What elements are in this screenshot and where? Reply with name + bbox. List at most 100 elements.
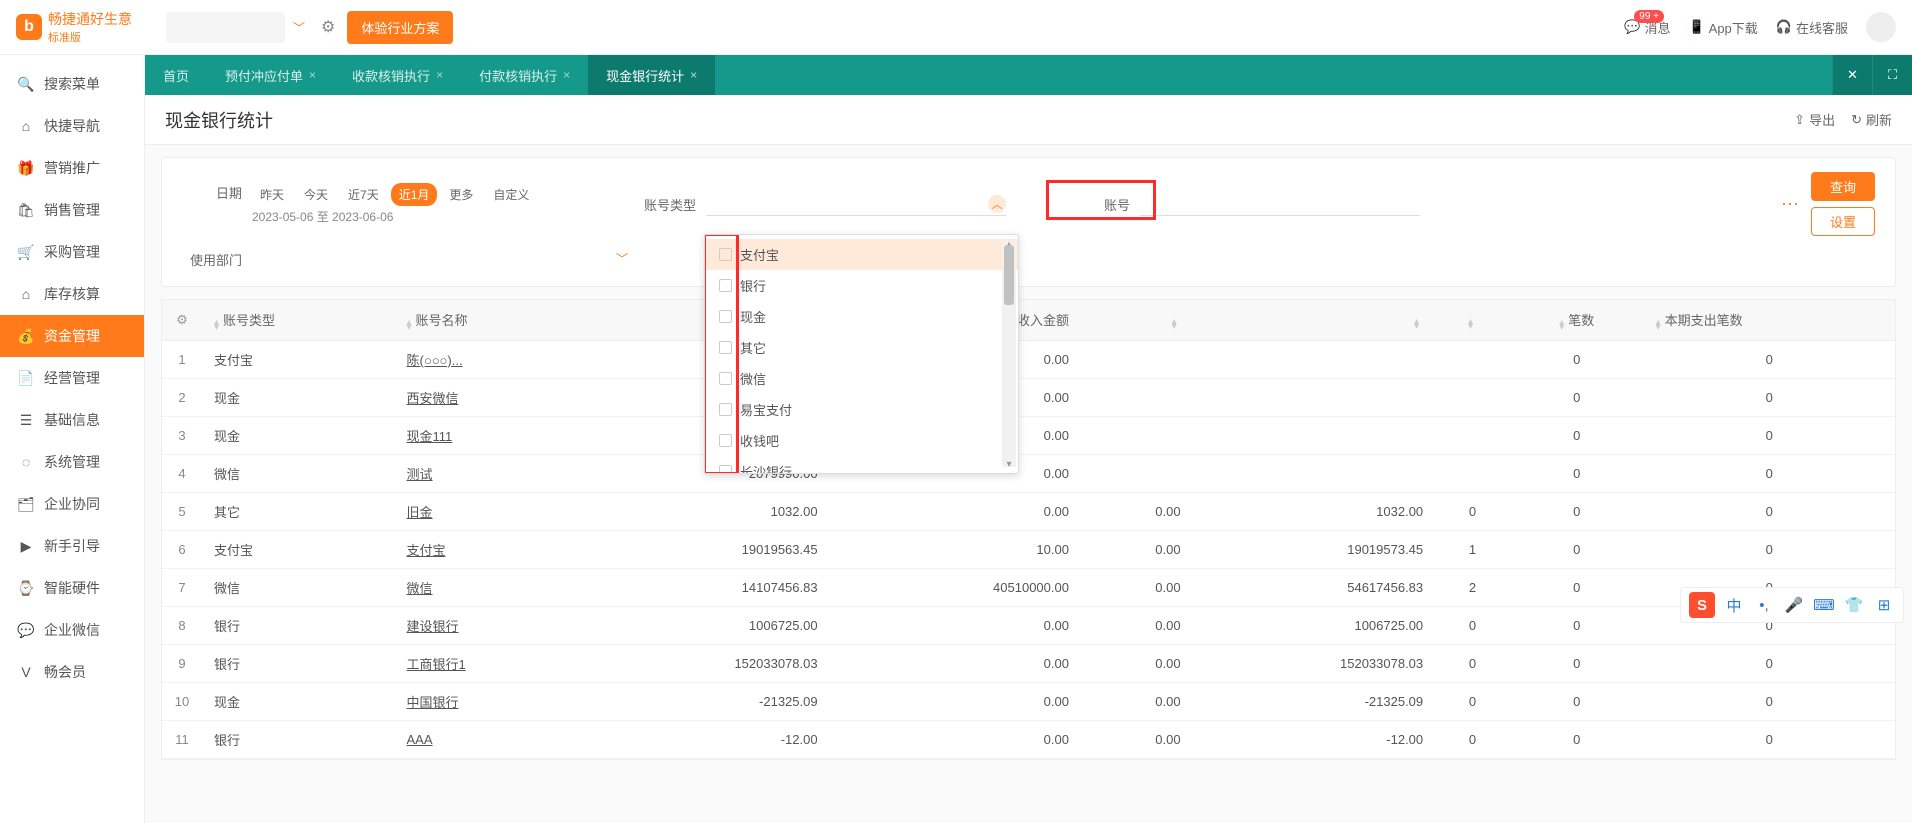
app-download-button[interactable]: 📱 App下载: [1688, 18, 1757, 37]
sort-icon[interactable]: ▴▾: [214, 320, 219, 330]
gear-icon[interactable]: ⚙: [321, 17, 335, 37]
checkbox[interactable]: [719, 279, 732, 292]
close-icon[interactable]: ×: [309, 68, 316, 82]
col-header[interactable]: ▴▾账号类型: [202, 300, 395, 341]
account-name-link[interactable]: 测试: [407, 467, 433, 482]
table-settings-header[interactable]: ⚙: [162, 300, 202, 341]
scroll-thumb[interactable]: [1004, 245, 1014, 305]
account-name-link[interactable]: 旧金: [407, 505, 433, 520]
account-input[interactable]: [1140, 192, 1420, 216]
checkbox[interactable]: [719, 465, 732, 474]
ime-toolbox-icon[interactable]: ⊞: [1873, 594, 1895, 616]
date-btn-自定义[interactable]: 自定义: [485, 183, 537, 206]
nav-item-库存核算[interactable]: ⌂库存核算: [0, 273, 144, 315]
nav-item-智能硬件[interactable]: ⌚智能硬件: [0, 567, 144, 609]
date-btn-近1月[interactable]: 近1月: [391, 183, 438, 206]
tab-首页[interactable]: 首页: [145, 55, 207, 95]
account-name-link[interactable]: 陈(○○○)...: [407, 353, 463, 368]
checkbox[interactable]: [719, 248, 732, 261]
account-name-link[interactable]: AAA: [407, 732, 433, 747]
dropdown-option[interactable]: 现金: [705, 301, 1018, 332]
dropdown-option[interactable]: 收钱吧: [705, 425, 1018, 456]
nav-item-系统管理[interactable]: ◌系统管理: [0, 441, 144, 483]
dropdown-option[interactable]: 微信: [705, 363, 1018, 394]
nav-item-快捷导航[interactable]: ⌂快捷导航: [0, 105, 144, 147]
more-filters-button[interactable]: ⋯: [1781, 194, 1801, 215]
col-header[interactable]: ▴▾: [1435, 300, 1510, 341]
close-icon[interactable]: ×: [563, 68, 570, 82]
account-name-link[interactable]: 现金111: [407, 429, 453, 444]
sort-icon[interactable]: ▴▾: [407, 320, 412, 330]
export-button[interactable]: ⇪ 导出: [1794, 110, 1835, 129]
ime-skin-icon[interactable]: 👕: [1843, 594, 1865, 616]
ime-mic-icon[interactable]: 🎤: [1783, 594, 1805, 616]
tab-预付冲应付单[interactable]: 预付冲应付单×: [207, 55, 334, 95]
account-name-link[interactable]: 微信: [407, 581, 433, 596]
checkbox[interactable]: [719, 403, 732, 416]
experience-button[interactable]: 体验行业方案: [347, 11, 453, 44]
account-name-link[interactable]: 工商银行1: [407, 657, 466, 672]
nav-item-采购管理[interactable]: 🛒采购管理: [0, 231, 144, 273]
avatar[interactable]: [1866, 12, 1896, 42]
sort-icon[interactable]: ▴▾: [1656, 320, 1661, 330]
ime-logo-icon[interactable]: S: [1689, 592, 1715, 618]
nav-item-企业微信[interactable]: 💬企业微信: [0, 609, 144, 651]
close-icon[interactable]: ×: [436, 68, 443, 82]
online-service-button[interactable]: 🎧 在线客服: [1776, 18, 1848, 37]
sort-icon[interactable]: ▴▾: [1172, 319, 1177, 329]
dropdown-scrollbar[interactable]: ▴ ▾: [1002, 241, 1016, 467]
nav-item-搜索菜单[interactable]: 🔍搜索菜单: [0, 63, 144, 105]
nav-item-基础信息[interactable]: ☰基础信息: [0, 399, 144, 441]
nav-item-企业协同[interactable]: 🗂企业协同: [0, 483, 144, 525]
nav-item-经营管理[interactable]: 📄经营管理: [0, 357, 144, 399]
nav-item-营销推广[interactable]: 🎁营销推广: [0, 147, 144, 189]
account-name-link[interactable]: 建设银行: [407, 619, 459, 634]
dropdown-option[interactable]: 长沙银行: [705, 456, 1018, 474]
account-type-input[interactable]: [706, 192, 1006, 216]
tab-收款核销执行[interactable]: 收款核销执行×: [334, 55, 461, 95]
date-btn-今天[interactable]: 今天: [296, 183, 336, 206]
sort-icon[interactable]: ▴▾: [1559, 320, 1564, 330]
date-btn-更多[interactable]: 更多: [441, 183, 481, 206]
checkbox[interactable]: [719, 310, 732, 323]
date-btn-近7天[interactable]: 近7天: [340, 183, 387, 206]
dropdown-option[interactable]: 易宝支付: [705, 394, 1018, 425]
tab-现金银行统计[interactable]: 现金银行统计×: [588, 55, 715, 95]
ime-punct-icon[interactable]: •,: [1753, 594, 1775, 616]
col-header[interactable]: ▴▾账号名称: [395, 300, 588, 341]
nav-item-畅会员[interactable]: V畅会员: [0, 651, 144, 693]
collapse-icon[interactable]: ︿: [988, 195, 1006, 213]
dept-select[interactable]: ﹀: [252, 246, 632, 272]
query-button[interactable]: 查询: [1811, 172, 1875, 201]
nav-item-新手引导[interactable]: ▶新手引导: [0, 525, 144, 567]
tab-付款核销执行[interactable]: 付款核销执行×: [461, 55, 588, 95]
tab-expand-button[interactable]: ⛶: [1872, 55, 1912, 95]
col-header[interactable]: ▴▾: [1193, 300, 1436, 341]
dropdown-option[interactable]: 其它: [705, 332, 1018, 363]
scroll-down-icon[interactable]: ▾: [1002, 457, 1016, 471]
col-header[interactable]: ▴▾: [1081, 300, 1193, 341]
sort-icon[interactable]: ▴▾: [1468, 319, 1473, 329]
col-header[interactable]: ▴▾笔数: [1510, 300, 1644, 341]
checkbox[interactable]: [719, 434, 732, 447]
ime-lang-button[interactable]: 中: [1723, 594, 1745, 616]
tab-close-all-button[interactable]: ✕: [1832, 55, 1872, 95]
refresh-button[interactable]: ↻ 刷新: [1851, 110, 1892, 129]
account-name-link[interactable]: 西安微信: [407, 391, 459, 406]
dropdown-option[interactable]: 支付宝: [705, 239, 1018, 270]
checkbox[interactable]: [719, 341, 732, 354]
dropdown-option[interactable]: 银行: [705, 270, 1018, 301]
account-name-link[interactable]: 中国银行: [407, 695, 459, 710]
nav-item-资金管理[interactable]: 💰资金管理: [0, 315, 144, 357]
ime-keyboard-icon[interactable]: ⌨: [1813, 594, 1835, 616]
close-icon[interactable]: ×: [690, 68, 697, 82]
date-btn-昨天[interactable]: 昨天: [252, 183, 292, 206]
company-selector[interactable]: ﹀ ⚙: [166, 12, 335, 43]
nav-item-销售管理[interactable]: 🛍销售管理: [0, 189, 144, 231]
col-header[interactable]: ▴▾本期支出笔数: [1644, 300, 1895, 341]
checkbox[interactable]: [719, 372, 732, 385]
account-name-link[interactable]: 支付宝: [407, 543, 446, 558]
sort-icon[interactable]: ▴▾: [1414, 319, 1419, 329]
settings-button[interactable]: 设置: [1811, 207, 1875, 236]
message-button[interactable]: 💬 消息 99 +: [1624, 18, 1670, 37]
